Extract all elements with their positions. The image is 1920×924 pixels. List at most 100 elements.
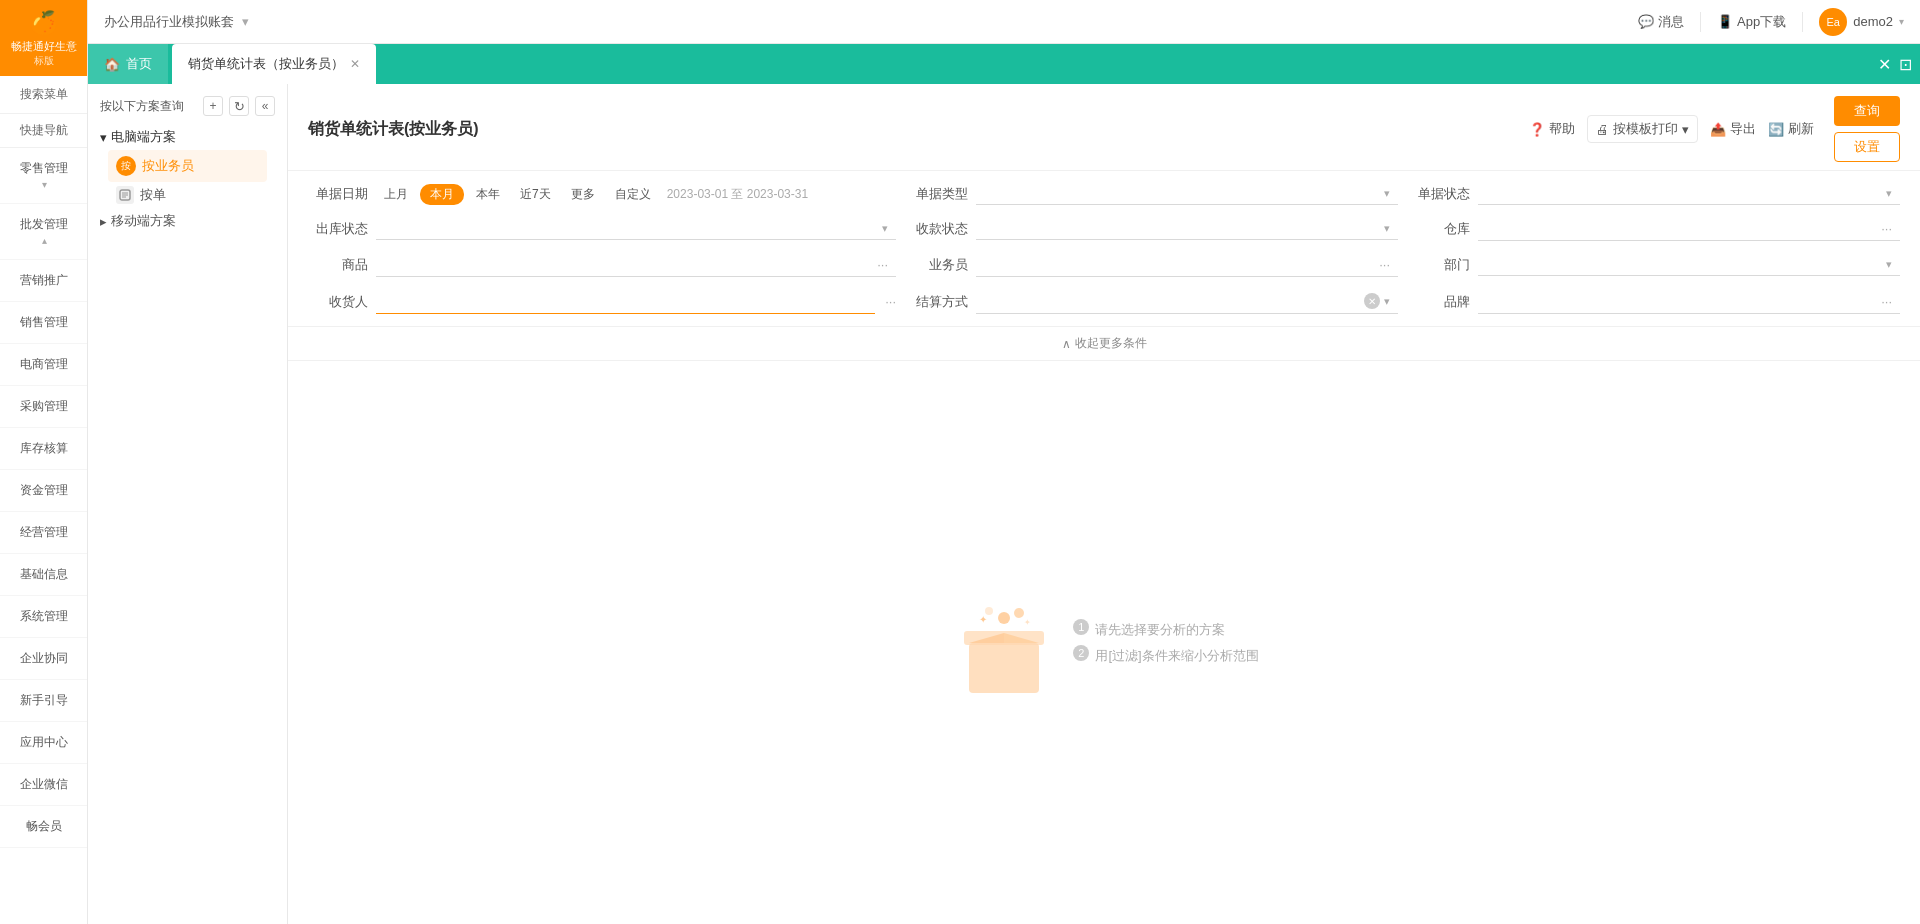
- sidebar-item-ecommerce[interactable]: 电商管理: [0, 344, 87, 386]
- payment-status-select[interactable]: ▾: [976, 218, 1398, 240]
- home-icon: 🏠: [104, 57, 120, 72]
- brand-dots: ···: [1881, 294, 1892, 309]
- sidebar-item-operation[interactable]: 经营管理: [0, 512, 87, 554]
- refresh-button[interactable]: 🔄 刷新: [1768, 120, 1814, 138]
- scheme-item-by-salesperson[interactable]: 按 按业务员: [108, 150, 267, 182]
- filter-order-status-field: 单据状态 ▾: [1410, 183, 1900, 205]
- sidebar-item-appcenter[interactable]: 应用中心: [0, 722, 87, 764]
- username-label: demo2: [1853, 14, 1893, 29]
- sidebar-item-wholesale[interactable]: 批发管理 ▴: [0, 204, 87, 260]
- date-btn-prev-month[interactable]: 上月: [376, 184, 416, 205]
- svg-text:✦: ✦: [1024, 618, 1031, 627]
- date-btn-curr-year[interactable]: 本年: [468, 184, 508, 205]
- maximize-icon[interactable]: ⊡: [1899, 55, 1912, 74]
- query-button[interactable]: 查询: [1834, 96, 1900, 126]
- sidebar-item-inventory[interactable]: 库存核算: [0, 428, 87, 470]
- order-status-select[interactable]: ▾: [1478, 183, 1900, 205]
- date-btn-curr-month[interactable]: 本月: [420, 184, 464, 205]
- department-select[interactable]: ▾: [1478, 254, 1900, 276]
- empty-state: ✦ ✦ 1 请先选择要分析的方案 2 用[过滤]条件来缩小分析范围: [288, 361, 1920, 924]
- user-avatar: Ea: [1819, 8, 1847, 36]
- sidebar-item-enterprise[interactable]: 企业协同: [0, 638, 87, 680]
- sidebar-item-member[interactable]: 畅会员: [0, 806, 87, 848]
- filter-row-4: 收货人 ··· 结算方式 ✕ ▾: [308, 289, 1900, 314]
- mobile-arrow-icon: ▸: [100, 214, 107, 229]
- print-button[interactable]: 🖨 按模板打印 ▾: [1587, 115, 1698, 143]
- quicknav-label: 快捷导航: [0, 122, 87, 139]
- sidebar-item-retail[interactable]: 零售管理 ▾: [0, 148, 87, 204]
- order-type-select[interactable]: ▾: [976, 183, 1398, 205]
- user-profile[interactable]: Ea demo2 ▾: [1819, 8, 1904, 36]
- setting-button[interactable]: 设置: [1834, 132, 1900, 162]
- collapse-panel-button[interactable]: «: [255, 96, 275, 116]
- date-btn-custom[interactable]: 自定义: [607, 184, 659, 205]
- product-label: 商品: [308, 256, 368, 274]
- step1-num: 1: [1073, 619, 1089, 635]
- app-download-button[interactable]: 📱 App下载: [1717, 13, 1786, 31]
- settlement-clear-icon[interactable]: ✕: [1364, 293, 1380, 309]
- warehouse-input[interactable]: ···: [1478, 217, 1900, 241]
- sidebar-logo[interactable]: 🍊 畅捷通好生意 标版: [0, 0, 87, 76]
- page-header: 销货单统计表(按业务员) ❓ 帮助 🖨 按模板打印 ▾ 📤 导出: [288, 84, 1920, 171]
- sidebar-item-sales[interactable]: 销售管理: [0, 302, 87, 344]
- content-area: 按以下方案查询 + ↻ « ▾ 电脑端方案 按 按业务员: [88, 84, 1920, 924]
- empty-illustration: ✦ ✦: [949, 593, 1049, 693]
- date-btn-7days[interactable]: 近7天: [512, 184, 559, 205]
- warehouse-label: 仓库: [1410, 220, 1470, 238]
- sidebar-quicknav-item[interactable]: 快捷导航: [0, 114, 87, 148]
- pc-scheme-arrow-icon: ▾: [100, 130, 107, 145]
- export-button[interactable]: 📤 导出: [1710, 120, 1756, 138]
- collapse-conditions-button[interactable]: ∧ 收起更多条件: [288, 327, 1920, 361]
- topbar-right: 💬 消息 📱 App下载 Ea demo2 ▾: [1638, 8, 1904, 36]
- pc-scheme-title[interactable]: ▾ 电脑端方案: [100, 124, 275, 150]
- filter-salesperson-field: 业务员 ···: [908, 253, 1398, 277]
- filter-payment-status-field: 收款状态 ▾: [908, 218, 1398, 240]
- tab-close-icon[interactable]: ✕: [350, 57, 360, 71]
- pc-scheme-group: ▾ 电脑端方案 按 按业务员 按单: [88, 124, 287, 208]
- member-label: 畅会员: [0, 818, 87, 835]
- appcenter-label: 应用中心: [0, 734, 87, 751]
- svg-rect-4: [969, 643, 1039, 693]
- step1-text: 请先选择要分析的方案: [1095, 617, 1225, 643]
- message-button[interactable]: 💬 消息: [1638, 13, 1684, 31]
- tab-sales-stat[interactable]: 销货单统计表（按业务员） ✕: [172, 44, 376, 84]
- mobile-scheme-group[interactable]: ▸ 移动端方案: [88, 208, 287, 234]
- help-button[interactable]: ❓ 帮助: [1529, 120, 1575, 138]
- collapse-icon: ∧: [1062, 337, 1071, 351]
- tab-home[interactable]: 🏠 首页: [88, 44, 168, 84]
- stock-status-select[interactable]: ▾: [376, 218, 896, 240]
- tabbar-actions: ✕ ⊡: [1878, 55, 1920, 74]
- sidebar-item-wechat[interactable]: 企业微信: [0, 764, 87, 806]
- breadcrumb-arrow-icon[interactable]: ▾: [242, 14, 249, 29]
- warehouse-dots: ···: [1881, 221, 1892, 236]
- scheme-actions: + ↻ «: [203, 96, 275, 116]
- receiver-input[interactable]: [376, 290, 875, 314]
- sidebar-item-finance[interactable]: 资金管理: [0, 470, 87, 512]
- brand-input[interactable]: ···: [1478, 290, 1900, 314]
- sidebar-item-basic[interactable]: 基础信息: [0, 554, 87, 596]
- sidebar-search-item[interactable]: 搜索菜单: [0, 76, 87, 114]
- refresh-scheme-button[interactable]: ↻: [229, 96, 249, 116]
- search-menu-label: 搜索菜单: [0, 86, 87, 103]
- logo-icon: 🍊: [4, 8, 83, 39]
- scheme-item-by-order[interactable]: 按单: [108, 182, 267, 208]
- receiver-label: 收货人: [308, 293, 368, 311]
- minimize-icon[interactable]: ✕: [1878, 55, 1891, 74]
- sidebar-item-marketing[interactable]: 营销推广: [0, 260, 87, 302]
- date-btn-more[interactable]: 更多: [563, 184, 603, 205]
- sidebar-item-purchase[interactable]: 采购管理: [0, 386, 87, 428]
- ecommerce-label: 电商管理: [0, 356, 87, 373]
- product-input[interactable]: ···: [376, 253, 896, 277]
- topbar-left: 办公用品行业模拟账套 ▾: [104, 13, 249, 31]
- pc-scheme-label: 电脑端方案: [111, 128, 176, 146]
- sidebar-item-newguide[interactable]: 新手引导: [0, 680, 87, 722]
- add-scheme-button[interactable]: +: [203, 96, 223, 116]
- settlement-select[interactable]: ✕ ▾: [976, 289, 1398, 314]
- sidebar-item-system[interactable]: 系统管理: [0, 596, 87, 638]
- export-label: 导出: [1730, 120, 1756, 138]
- wholesale-label: 批发管理: [0, 216, 87, 233]
- mobile-scheme-label: 移动端方案: [111, 212, 176, 230]
- salesperson-input[interactable]: ···: [976, 253, 1398, 277]
- receiver-dots[interactable]: ···: [885, 294, 896, 309]
- app-download-icon: 📱: [1717, 14, 1733, 29]
